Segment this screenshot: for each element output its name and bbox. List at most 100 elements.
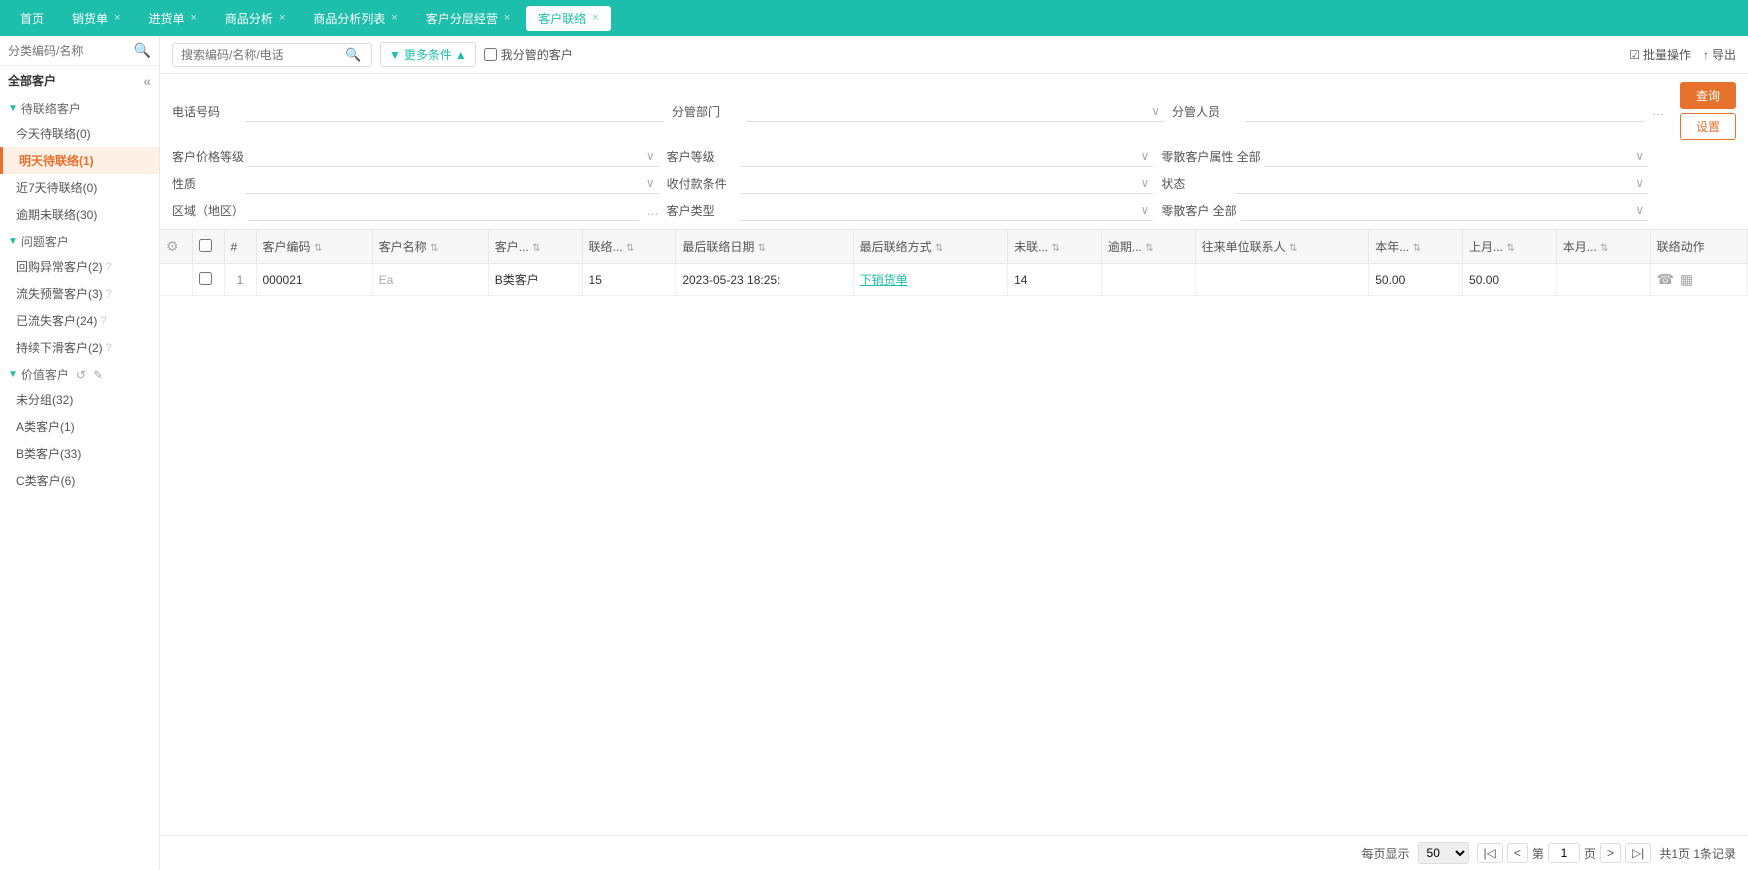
filter-row-1: 电话号码 分管部门 ∨ 分管人员 … 查询 设置 [172, 82, 1736, 140]
more-conditions-btn[interactable]: ▼ 更多条件 ▲ [380, 42, 476, 67]
close-customer-contact-icon[interactable]: × [592, 12, 598, 24]
filter-phone-input[interactable] [246, 101, 664, 122]
select-all-checkbox[interactable] [199, 239, 212, 252]
page-label: 第 [1532, 845, 1544, 862]
page-size-select[interactable]: 50 10 20 100 [1418, 842, 1469, 864]
sidebar-item-c-class[interactable]: C类客户(6) [0, 467, 159, 494]
close-goods-analysis-icon[interactable]: × [279, 12, 285, 24]
sort-un-contact-icon[interactable]: ⇅ [1051, 243, 1059, 254]
help-icon-1[interactable]: ? [106, 288, 112, 300]
row-name-cell: Ea [372, 264, 488, 296]
page-num-input[interactable] [1548, 843, 1580, 863]
sort-type-icon[interactable]: ⇅ [532, 243, 540, 254]
sidebar-item-b-class[interactable]: B类客户(33) [0, 440, 159, 467]
action-phone-icon[interactable]: ☎ [1657, 271, 1674, 288]
row-type-cell: B类客户 [488, 264, 582, 296]
search-icon[interactable]: 🔍 [345, 47, 361, 63]
sort-contact-person-icon[interactable]: ⇅ [1289, 243, 1297, 254]
prev-page-btn[interactable]: < [1507, 843, 1528, 863]
filter-phone-label: 电话号码 [172, 103, 242, 120]
filter-nature: 性质 ∨ [172, 173, 659, 194]
filter-customer-grade-label: 客户等级 [667, 148, 737, 165]
set-button[interactable]: 设置 [1680, 113, 1736, 140]
sort-last-month-icon[interactable]: ⇅ [1506, 243, 1514, 254]
page-nav: |◁ < 第 页 > ▷| [1477, 843, 1652, 863]
last-method-link[interactable]: 下销货单 [860, 273, 908, 287]
filter-customer-grade-select[interactable]: ∨ [741, 146, 1154, 167]
nav-customer-contact[interactable]: 客户联络 × [526, 6, 610, 31]
filter-customer-type-select[interactable]: ∨ [741, 200, 1154, 221]
region-dots-icon[interactable]: … [647, 204, 659, 218]
search-box: 🔍 [172, 43, 372, 67]
filter-customer-type-label: 客户类型 [667, 202, 737, 219]
filter-price-grade-select[interactable]: ∨ [248, 146, 659, 167]
nav-customer-tier[interactable]: 客户分层经营 × [414, 6, 522, 31]
value-edit-icon[interactable]: ✎ [93, 368, 103, 382]
nav-goods-analysis[interactable]: 商品分析 × [213, 6, 297, 31]
sort-contact-icon[interactable]: ⇅ [626, 243, 634, 254]
customer-type-chevron-icon: ∨ [1141, 203, 1150, 217]
sidebar-item-declining[interactable]: 持续下滑客户(2) ? [0, 334, 159, 361]
sort-name-icon[interactable]: ⇅ [430, 243, 438, 254]
nature-chevron-icon: ∨ [646, 176, 655, 190]
sidebar-item-repurchase-abnormal[interactable]: 回购异常客户(2) ? [0, 253, 159, 280]
export-btn[interactable]: ↑ 导出 [1703, 46, 1736, 63]
row-checkbox[interactable] [199, 272, 212, 285]
nav-purchase[interactable]: 进货单 × [136, 6, 208, 31]
sort-last-date-icon[interactable]: ⇅ [758, 243, 766, 254]
sidebar-search-icon[interactable]: 🔍 [134, 42, 151, 59]
filter-payment-select[interactable]: ∨ [741, 173, 1154, 194]
sort-code-icon[interactable]: ⇅ [314, 243, 322, 254]
sidebar-item-a-class[interactable]: A类客户(1) [0, 413, 159, 440]
filter-person-input[interactable] [1246, 101, 1644, 122]
value-triangle-icon: ▼ [8, 369, 18, 380]
close-goods-analysis-list-icon[interactable]: × [391, 12, 397, 24]
nav-home[interactable]: 首页 [8, 6, 56, 31]
sidebar-item-overdue[interactable]: 逾期未联络(30) [0, 201, 159, 228]
row-action-cell: ☎ ▦ [1650, 264, 1747, 296]
sort-this-year-icon[interactable]: ⇅ [1413, 243, 1421, 254]
sidebar-item-ungrouped[interactable]: 未分组(32) [0, 386, 159, 413]
batch-op-btn[interactable]: ☑ 批量操作 [1629, 46, 1691, 63]
sidebar-item-tomorrow[interactable]: 明天待联络(1) [0, 147, 159, 174]
filter-retail-customer-select[interactable]: ∨ [1241, 200, 1648, 221]
action-grid-icon[interactable]: ▦ [1680, 271, 1693, 288]
query-button[interactable]: 查询 [1680, 82, 1736, 109]
close-purchase-icon[interactable]: × [190, 12, 196, 24]
last-page-btn[interactable]: ▷| [1625, 843, 1651, 863]
col-this-year: 本年... ⇅ [1369, 230, 1463, 264]
filter-dept-select[interactable]: ∨ [746, 101, 1164, 122]
sidebar-item-today[interactable]: 今天待联络(0) [0, 120, 159, 147]
sort-overdue-icon[interactable]: ⇅ [1145, 243, 1153, 254]
help-icon-0[interactable]: ? [106, 261, 112, 273]
close-sales-icon[interactable]: × [114, 12, 120, 24]
value-refresh-icon[interactable]: ↺ [76, 368, 86, 382]
first-page-btn[interactable]: |◁ [1477, 843, 1503, 863]
sidebar-item-lost[interactable]: 已流失客户(24) ? [0, 307, 159, 334]
help-icon-3[interactable]: ? [106, 342, 112, 354]
sort-this-month-icon[interactable]: ⇅ [1600, 243, 1608, 254]
col-action: 联络动作 [1650, 230, 1747, 264]
sidebar-item-7days[interactable]: 近7天待联络(0) [0, 174, 159, 201]
nav-sales[interactable]: 销货单 × [60, 6, 132, 31]
table-body: 1 000021 Ea B类客户 15 2023-05-23 18:25: 下销… [160, 264, 1748, 296]
sort-last-method-icon[interactable]: ⇅ [935, 243, 943, 254]
filter-retail-attr-select[interactable]: ∨ [1265, 146, 1648, 167]
main-layout: 🔍 全部客户 « ▼ 待联络客户 今天待联络(0) 明天待联络(1) 近7天待联… [0, 36, 1748, 870]
help-icon-2[interactable]: ? [100, 315, 106, 327]
next-page-btn[interactable]: > [1600, 843, 1621, 863]
search-input[interactable] [181, 48, 341, 62]
filter-nature-select[interactable]: ∨ [246, 173, 659, 194]
nav-goods-analysis-list[interactable]: 商品分析列表 × [301, 6, 409, 31]
sidebar-search-input[interactable] [8, 44, 130, 58]
filter-region-input[interactable] [248, 200, 639, 221]
all-customers-header[interactable]: 全部客户 « [0, 66, 159, 95]
close-customer-tier-icon[interactable]: × [504, 12, 510, 24]
filter-status-select[interactable]: ∨ [1235, 173, 1648, 194]
my-customers-checkbox[interactable] [484, 48, 497, 61]
settings-icon[interactable]: ⚙ [166, 238, 179, 254]
person-dots-icon[interactable]: … [1652, 104, 1664, 118]
row-last-method-cell: 下销货单 [853, 264, 1007, 296]
dept-chevron-icon: ∨ [1151, 104, 1160, 118]
sidebar-item-loss-warning[interactable]: 流失预警客户(3) ? [0, 280, 159, 307]
